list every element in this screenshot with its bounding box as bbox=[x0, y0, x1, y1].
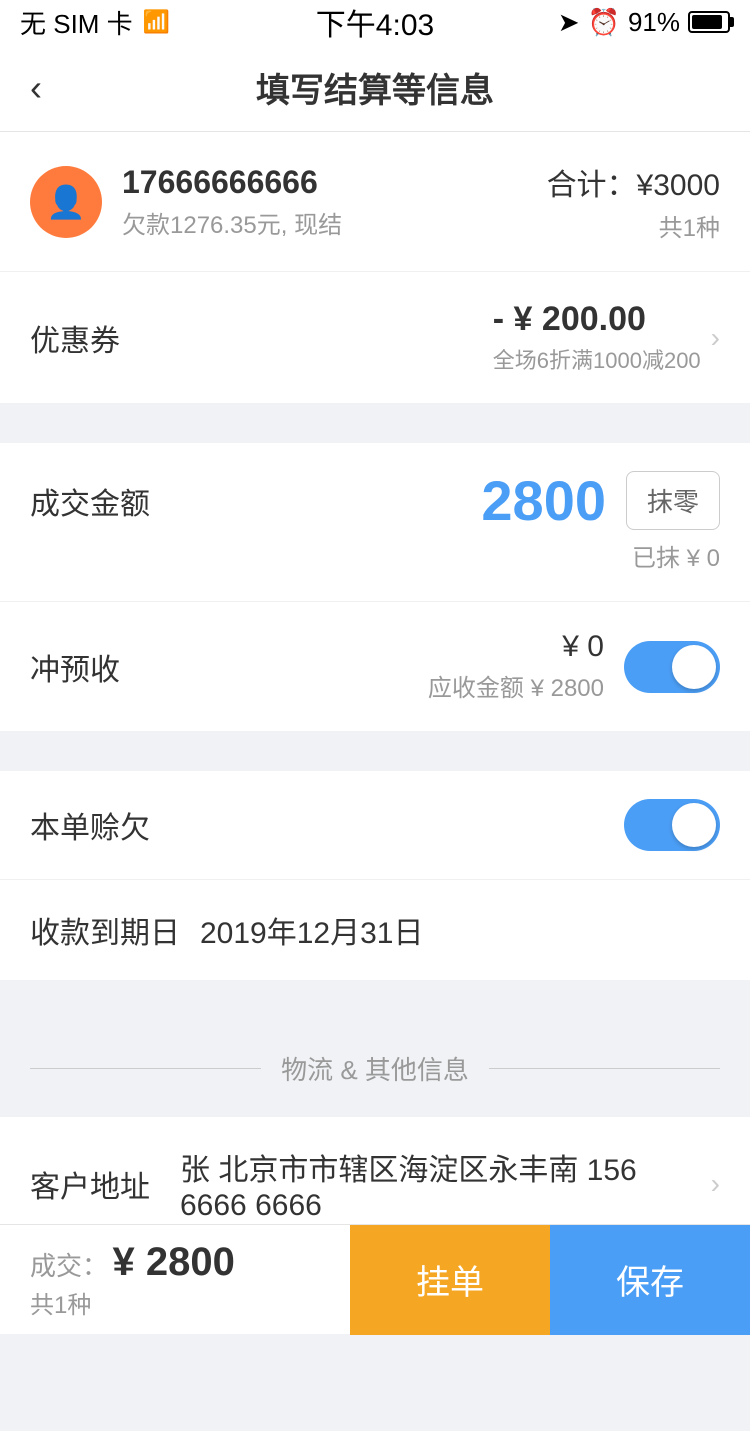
toggle-knob bbox=[672, 645, 716, 689]
debt-section: 本单赊欠 bbox=[0, 771, 750, 879]
deal-row: 成交金额 2800 抹零 bbox=[30, 471, 720, 530]
status-left: 无 SIM 卡 📶 bbox=[20, 4, 170, 41]
debt-toggle[interactable] bbox=[624, 799, 720, 851]
deal-label: 成交金额 bbox=[30, 479, 150, 523]
prepay-row: 冲预收 ¥ 0 应收金额 ¥ 2800 bbox=[30, 630, 720, 703]
address-value: 张 北京市市辖区海淀区永丰南 156 6666 6666 bbox=[180, 1145, 711, 1223]
due-row: 收款到期日 2019年12月31日 bbox=[30, 908, 720, 952]
logistics-label: 物流 & 其他信息 bbox=[281, 1050, 469, 1087]
debt-toggle-knob bbox=[672, 803, 716, 847]
coupon-row[interactable]: 优惠券 - ¥ 200.00 全场6折满1000减200 › bbox=[0, 271, 750, 403]
coupon-label: 优惠券 bbox=[30, 316, 120, 360]
deal-right: 2800 抹零 bbox=[481, 471, 720, 530]
hold-button[interactable]: 挂单 bbox=[350, 1225, 550, 1335]
customer-right: 合计：¥3000 共1种 bbox=[547, 160, 720, 243]
avatar-icon: 👤 bbox=[46, 183, 86, 221]
save-button[interactable]: 保存 bbox=[550, 1225, 750, 1335]
divider-line-right bbox=[489, 1068, 720, 1069]
location-icon: ➤ bbox=[558, 7, 580, 38]
deal-card: 成交金额 2800 抹零 已抹 ¥ 0 冲预收 ¥ 0 应收金额 ¥ 2800 bbox=[0, 443, 750, 731]
carrier-label: 无 SIM 卡 bbox=[20, 4, 133, 41]
customer-phone: 17666666666 bbox=[122, 164, 342, 201]
section-separator-1 bbox=[0, 423, 750, 443]
coupon-right: - ¥ 200.00 全场6折满1000减200 › bbox=[493, 300, 720, 375]
back-button[interactable]: ‹ bbox=[30, 67, 42, 109]
avatar: 👤 bbox=[30, 166, 102, 238]
customer-info: 17666666666 欠款1276.35元, 现结 bbox=[122, 164, 342, 240]
section-separator-2 bbox=[0, 751, 750, 771]
battery-fill bbox=[692, 15, 722, 29]
debt-card: 本单赊欠 收款到期日 2019年12月31日 bbox=[0, 771, 750, 980]
logistics-divider: 物流 & 其他信息 bbox=[30, 1050, 720, 1087]
status-right: ➤ ⏰ 91% bbox=[558, 7, 730, 38]
due-value: 2019年12月31日 bbox=[200, 908, 423, 952]
customer-desc: 欠款1276.35元, 现结 bbox=[122, 205, 342, 240]
prepay-section: 冲预收 ¥ 0 应收金额 ¥ 2800 bbox=[0, 601, 750, 731]
divider-line-left bbox=[30, 1068, 261, 1069]
round-button[interactable]: 抹零 bbox=[626, 471, 720, 530]
footer-count: 共1种 bbox=[30, 1285, 320, 1320]
footer-amount: ¥ 2800 bbox=[112, 1240, 234, 1284]
wifi-icon: 📶 bbox=[143, 9, 170, 35]
battery-icon bbox=[688, 11, 730, 33]
prepay-label: 冲预收 bbox=[30, 645, 120, 689]
prepay-amount: ¥ 0 bbox=[428, 630, 604, 664]
due-label: 收款到期日 bbox=[30, 908, 180, 952]
logistics-section: 物流 & 其他信息 bbox=[0, 1020, 750, 1117]
deal-section: 成交金额 2800 抹零 已抹 ¥ 0 bbox=[0, 443, 750, 601]
customer-card: 👤 17666666666 欠款1276.35元, 现结 合计：¥3000 共1… bbox=[0, 132, 750, 403]
coupon-info: - ¥ 200.00 全场6折满1000减200 bbox=[493, 300, 701, 375]
address-chevron-icon: › bbox=[711, 1168, 720, 1200]
deal-amount-value: 2800 bbox=[481, 473, 606, 529]
prepay-toggle[interactable] bbox=[624, 641, 720, 693]
customer-left: 👤 17666666666 欠款1276.35元, 现结 bbox=[30, 164, 342, 240]
status-bar: 无 SIM 卡 📶 下午4:03 ➤ ⏰ 91% bbox=[0, 0, 750, 44]
customer-row: 👤 17666666666 欠款1276.35元, 现结 合计：¥3000 共1… bbox=[0, 132, 750, 271]
prepay-values: ¥ 0 应收金额 ¥ 2800 bbox=[428, 630, 604, 703]
section-separator-3 bbox=[0, 1000, 750, 1020]
footer: 成交： ¥ 2800 共1种 挂单 保存 bbox=[0, 1224, 750, 1334]
footer-info: 成交： ¥ 2800 共1种 bbox=[0, 1240, 350, 1320]
prepay-sub: 应收金额 ¥ 2800 bbox=[428, 668, 604, 703]
footer-deal-label: 成交： bbox=[30, 1251, 108, 1281]
status-time: 下午4:03 bbox=[316, 0, 434, 44]
alarm-icon: ⏰ bbox=[588, 7, 620, 38]
page-title: 填写结算等信息 bbox=[256, 63, 494, 112]
coupon-amount: - ¥ 200.00 bbox=[493, 300, 701, 339]
coupon-desc: 全场6折满1000减200 bbox=[493, 343, 701, 375]
coupon-chevron-icon: › bbox=[711, 322, 720, 354]
battery-percent: 91% bbox=[628, 7, 680, 38]
deal-sub: 已抹 ¥ 0 bbox=[30, 538, 720, 573]
debt-label: 本单赊欠 bbox=[30, 803, 150, 847]
address-label: 客户地址 bbox=[30, 1162, 150, 1206]
prepay-right: ¥ 0 应收金额 ¥ 2800 bbox=[428, 630, 720, 703]
nav-bar: ‹ 填写结算等信息 bbox=[0, 44, 750, 132]
total-amount: 合计：¥3000 bbox=[547, 160, 720, 204]
due-section: 收款到期日 2019年12月31日 bbox=[0, 879, 750, 980]
total-count: 共1种 bbox=[547, 208, 720, 243]
